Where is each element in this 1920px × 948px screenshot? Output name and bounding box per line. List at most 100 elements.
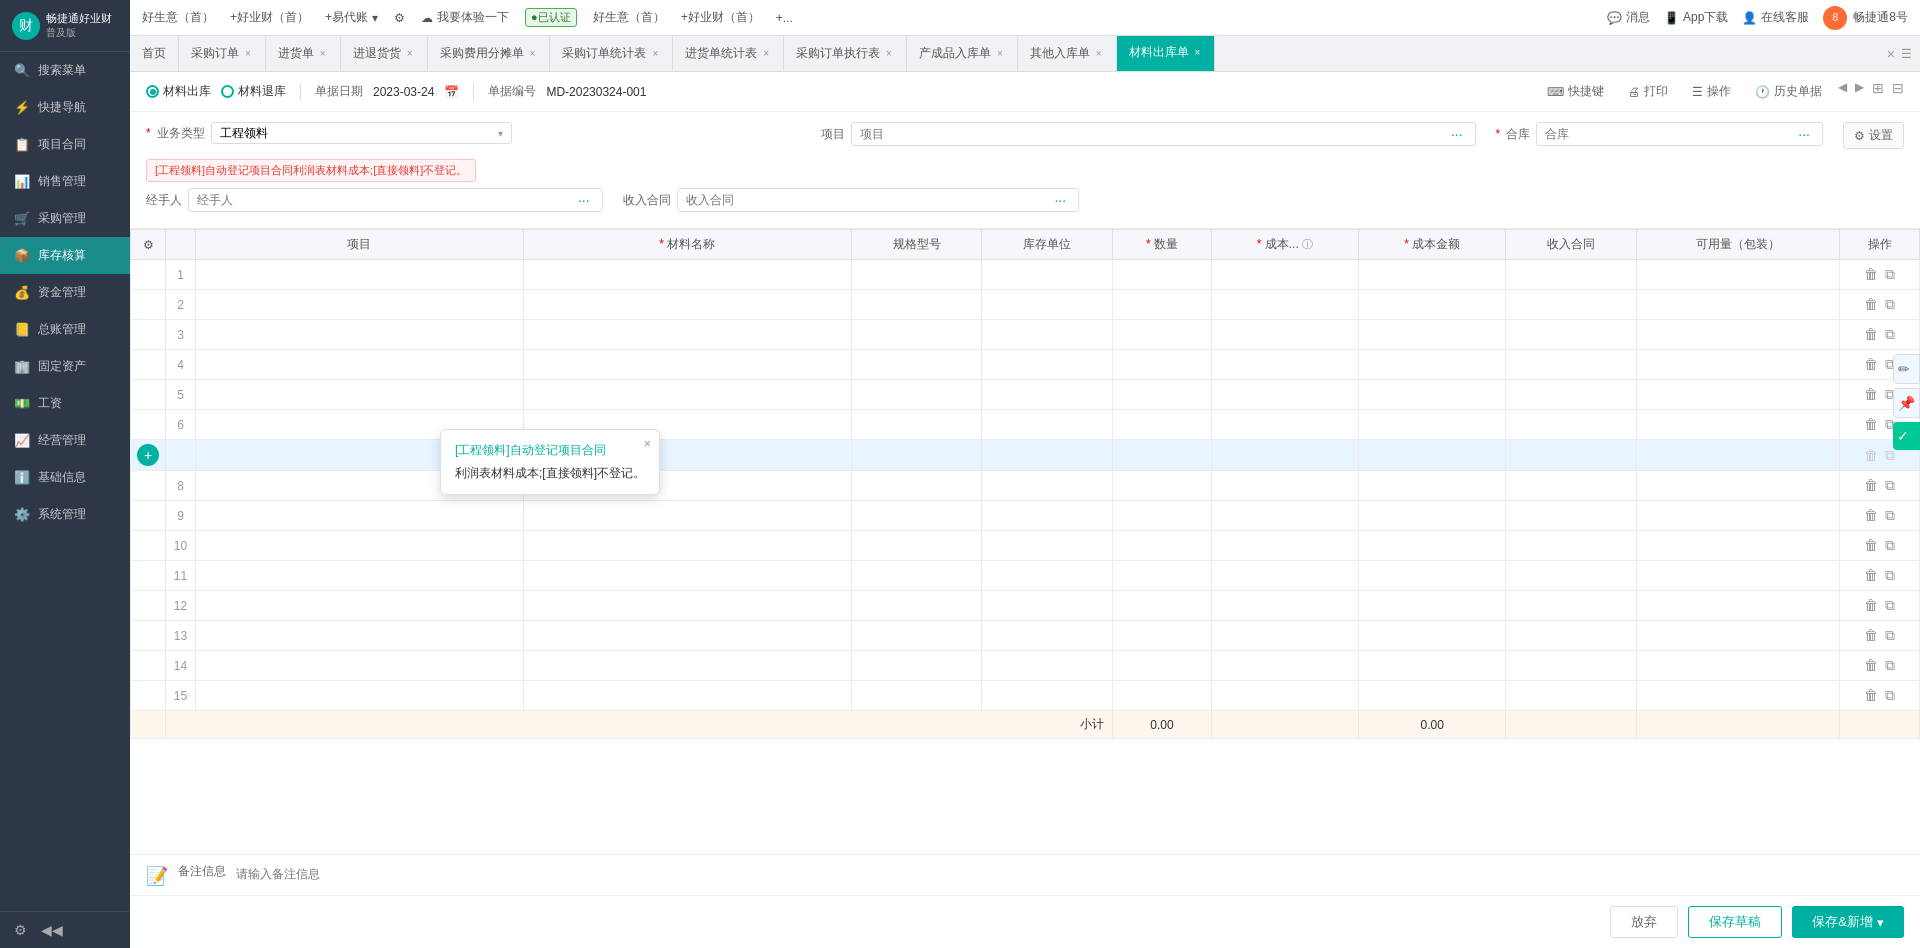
- td-unit-3[interactable]: [982, 320, 1113, 350]
- td-name-15[interactable]: [523, 681, 851, 711]
- topbar-message[interactable]: 💬 消息: [1607, 9, 1650, 26]
- tab-purchase-order-close[interactable]: ×: [243, 47, 253, 60]
- td-name-5[interactable]: [523, 380, 851, 410]
- delete-row-5-btn[interactable]: 🗑: [1862, 384, 1880, 404]
- td-project-10[interactable]: [196, 531, 524, 561]
- td-qty-13[interactable]: [1113, 621, 1212, 651]
- topbar-dropdown-icon[interactable]: ▾: [372, 11, 378, 25]
- view-list-icon[interactable]: ⊞: [1872, 80, 1884, 103]
- td-spec-12[interactable]: [851, 591, 982, 621]
- td-cost-price-1[interactable]: [1211, 260, 1359, 290]
- td-unit-8[interactable]: [982, 471, 1113, 501]
- sidebar-item-basicinfo[interactable]: ℹ️ 基础信息: [0, 459, 130, 496]
- td-income-2[interactable]: [1506, 290, 1637, 320]
- sidebar-item-sales[interactable]: 📊 销售管理: [0, 163, 130, 200]
- td-cost-price-10[interactable]: [1211, 531, 1359, 561]
- save-draft-btn[interactable]: 保存草稿: [1688, 906, 1782, 938]
- add-row-btn[interactable]: +: [137, 444, 159, 466]
- td-income-15[interactable]: [1506, 681, 1637, 711]
- tab-inbound-stat[interactable]: 进货单统计表 ×: [673, 36, 784, 72]
- delete-row-12-btn[interactable]: 🗑: [1862, 595, 1880, 615]
- td-cost-price-12[interactable]: [1211, 591, 1359, 621]
- project-select[interactable]: ···: [851, 122, 1476, 146]
- sidebar-settings-btn[interactable]: ⚙: [14, 922, 27, 938]
- td-income-3[interactable]: [1506, 320, 1637, 350]
- td-spec-2[interactable]: [851, 290, 982, 320]
- td-cost-amount-10[interactable]: [1359, 531, 1506, 561]
- td-add-income[interactable]: [1506, 440, 1637, 471]
- view-grid-icon[interactable]: ⊟: [1892, 80, 1904, 103]
- agent-select[interactable]: ···: [188, 188, 603, 212]
- nav-next-icon[interactable]: ▶: [1855, 80, 1864, 103]
- th-settings[interactable]: ⚙: [131, 230, 166, 260]
- tab-home[interactable]: 首页: [130, 36, 179, 72]
- mode-out-radio[interactable]: 材料出库: [146, 83, 211, 100]
- tab-purchase-exec[interactable]: 采购订单执行表 ×: [784, 36, 907, 72]
- ops-btn[interactable]: ☰ 操作: [1684, 80, 1739, 103]
- td-add-qty[interactable]: [1113, 440, 1212, 471]
- td-project-3[interactable]: [196, 320, 524, 350]
- warehouse-search-icon[interactable]: ···: [1794, 126, 1814, 142]
- td-project-1[interactable]: [196, 260, 524, 290]
- td-cost-amount-14[interactable]: [1359, 651, 1506, 681]
- td-income-6[interactable]: [1506, 410, 1637, 440]
- td-qty-6[interactable]: [1113, 410, 1212, 440]
- sidebar-item-asset[interactable]: 🏢 固定资产: [0, 348, 130, 385]
- topbar-more[interactable]: +...: [776, 11, 793, 25]
- td-qty-9[interactable]: [1113, 501, 1212, 531]
- td-cost-amount-8[interactable]: [1359, 471, 1506, 501]
- td-name-10[interactable]: [523, 531, 851, 561]
- td-project-11[interactable]: [196, 561, 524, 591]
- copy-row-9-btn[interactable]: ⧉: [1883, 505, 1897, 526]
- td-available-5[interactable]: [1636, 380, 1839, 410]
- nav-prev-icon[interactable]: ◀: [1838, 80, 1847, 103]
- td-unit-12[interactable]: [982, 591, 1113, 621]
- sidebar-item-salary[interactable]: 💵 工资: [0, 385, 130, 422]
- td-spec-3[interactable]: [851, 320, 982, 350]
- warehouse-input[interactable]: [1545, 127, 1794, 141]
- td-cost-amount-11[interactable]: [1359, 561, 1506, 591]
- td-cost-price-8[interactable]: [1211, 471, 1359, 501]
- topbar-ydz[interactable]: +易代账 ▾: [325, 9, 378, 26]
- sidebar-item-project[interactable]: 📋 项目合同: [0, 126, 130, 163]
- delete-row-1-btn[interactable]: 🗑: [1862, 264, 1880, 284]
- mode-return-radio[interactable]: 材料退库: [221, 83, 286, 100]
- sidebar-item-inventory[interactable]: 📦 库存核算: [0, 237, 130, 274]
- copy-row-1-btn[interactable]: ⧉: [1883, 264, 1897, 285]
- delete-row-2-btn[interactable]: 🗑: [1862, 294, 1880, 314]
- td-unit-4[interactable]: [982, 350, 1113, 380]
- td-cost-amount-1[interactable]: [1359, 260, 1506, 290]
- td-available-3[interactable]: [1636, 320, 1839, 350]
- td-cost-price-13[interactable]: [1211, 621, 1359, 651]
- td-unit-11[interactable]: [982, 561, 1113, 591]
- td-cost-price-11[interactable]: [1211, 561, 1359, 591]
- td-qty-15[interactable]: [1113, 681, 1212, 711]
- shortcut-btn[interactable]: ⌨ 快捷键: [1539, 80, 1612, 103]
- delete-row-6-btn[interactable]: 🗑: [1862, 414, 1880, 434]
- settings-button[interactable]: ⚙ 设置: [1843, 122, 1904, 149]
- tab-inbound-close[interactable]: ×: [318, 47, 328, 60]
- td-unit-10[interactable]: [982, 531, 1113, 561]
- copy-row-12-btn[interactable]: ⧉: [1883, 595, 1897, 616]
- sidebar-collapse-btn[interactable]: ◀◀: [41, 922, 63, 938]
- tab-menu[interactable]: ☰: [1901, 47, 1912, 61]
- td-name-9[interactable]: [523, 501, 851, 531]
- td-cost-price-3[interactable]: [1211, 320, 1359, 350]
- td-spec-6[interactable]: [851, 410, 982, 440]
- td-income-5[interactable]: [1506, 380, 1637, 410]
- tab-purchase-cost[interactable]: 采购费用分摊单 ×: [428, 36, 551, 72]
- td-income-4[interactable]: [1506, 350, 1637, 380]
- td-project-2[interactable]: [196, 290, 524, 320]
- td-available-13[interactable]: [1636, 621, 1839, 651]
- td-unit-2[interactable]: [982, 290, 1113, 320]
- topbar-hsy1[interactable]: 好生意（首）: [142, 9, 214, 26]
- delete-row-14-btn[interactable]: 🗑: [1862, 655, 1880, 675]
- td-spec-9[interactable]: [851, 501, 982, 531]
- tab-inbound-stat-close[interactable]: ×: [761, 47, 771, 60]
- delete-row-10-btn[interactable]: 🗑: [1862, 535, 1880, 555]
- td-qty-1[interactable]: [1113, 260, 1212, 290]
- td-income-1[interactable]: [1506, 260, 1637, 290]
- td-cost-price-14[interactable]: [1211, 651, 1359, 681]
- topbar-hyc2[interactable]: +好业财（首）: [681, 9, 760, 26]
- td-qty-14[interactable]: [1113, 651, 1212, 681]
